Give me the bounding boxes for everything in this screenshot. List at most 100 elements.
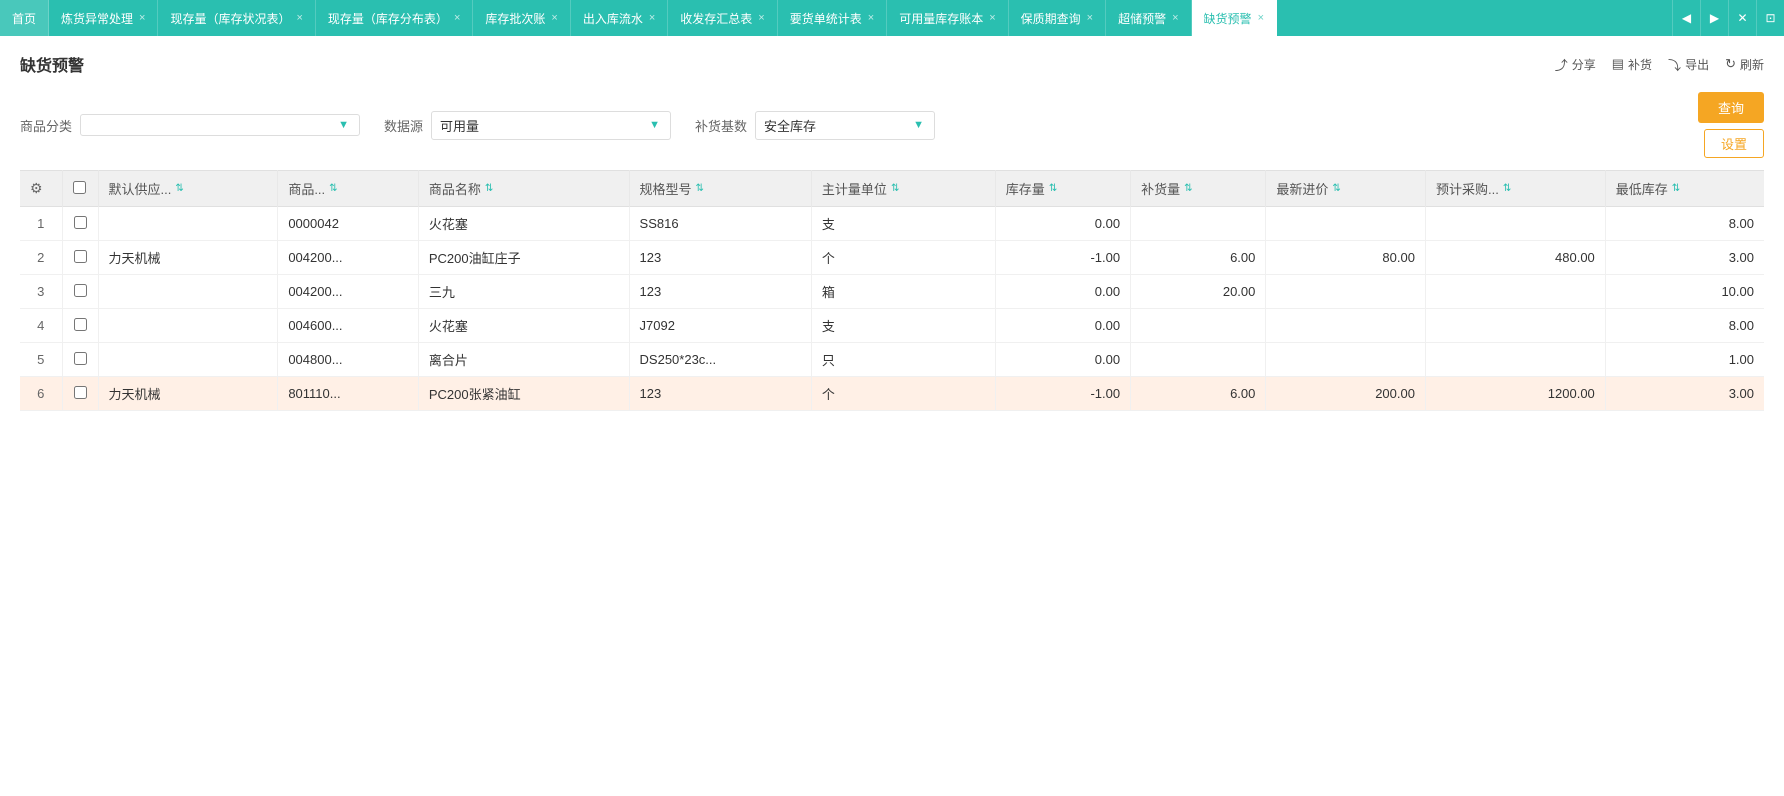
sort-icon-min-stock[interactable]: ⇅ <box>1672 183 1680 194</box>
export-action[interactable]: ⤵ 导出 <box>1668 55 1709 74</box>
replenish-base-chevron-icon: ▼ <box>913 119 924 131</box>
tab-expiry-query[interactable]: 保质期查询 × <box>1009 0 1106 36</box>
row-checkbox-1[interactable] <box>74 250 87 263</box>
datasource-label: 数据源 <box>384 116 423 135</box>
replenish-base-select[interactable]: 安全库存 ▼ <box>755 111 935 140</box>
row-checkbox-2[interactable] <box>74 284 87 297</box>
row-product-name-cell: PC200张紧油缸 <box>418 377 629 411</box>
row-replenish-qty-cell <box>1131 309 1266 343</box>
tab-next-btn[interactable]: ▶ <box>1700 0 1728 36</box>
row-min-stock-cell: 3.00 <box>1605 241 1764 275</box>
th-checkbox <box>62 171 98 207</box>
sort-icon-unit[interactable]: ⇅ <box>891 183 899 194</box>
row-min-stock-cell: 1.00 <box>1605 343 1764 377</box>
tab-overstock[interactable]: 超储预警 × <box>1106 0 1191 36</box>
row-num-cell: 3 <box>20 275 62 309</box>
row-min-stock-cell: 3.00 <box>1605 377 1764 411</box>
category-chevron-icon: ▼ <box>338 119 349 131</box>
row-supplier-cell: 力天机械 <box>98 377 278 411</box>
row-checkbox-cell <box>62 343 98 377</box>
sort-icon-spec[interactable]: ⇅ <box>696 183 704 194</box>
category-select[interactable]: ▼ <box>80 114 360 136</box>
select-all-checkbox[interactable] <box>73 181 86 194</box>
row-product-code-cell: 004800... <box>278 343 419 377</box>
tab-flow[interactable]: 出入库流水 × <box>571 0 668 36</box>
tab-batch-account[interactable]: 库存批次账 × <box>473 0 570 36</box>
close-tab-available-ledger[interactable]: × <box>989 12 995 24</box>
export-icon: ⤵ <box>1668 55 1681 74</box>
data-table: ⚙ 默认供应... ⇅ 商品... ⇅ <box>20 170 1764 411</box>
close-tab-receipt-summary[interactable]: × <box>758 12 764 24</box>
sort-icon-est-purchase[interactable]: ⇅ <box>1503 183 1511 194</box>
close-tab-flow[interactable]: × <box>649 12 655 24</box>
tab-close-all-btn[interactable]: ✕ <box>1728 0 1756 36</box>
table-row: 6 力天机械 801110... PC200张紧油缸 123 个 -1.00 6… <box>20 377 1764 411</box>
row-unit-cell: 箱 <box>811 275 995 309</box>
tab-receipt-summary[interactable]: 收发存汇总表 × <box>668 0 777 36</box>
close-tab-overstock[interactable]: × <box>1172 12 1178 24</box>
close-tab-shortage[interactable]: × <box>1258 12 1264 24</box>
row-checkbox-0[interactable] <box>74 216 87 229</box>
settings-button[interactable]: 设置 <box>1704 129 1764 158</box>
close-tab-order-stats[interactable]: × <box>868 12 874 24</box>
row-replenish-qty-cell <box>1131 343 1266 377</box>
row-supplier-cell <box>98 343 278 377</box>
share-icon: ⤴ <box>1555 55 1568 74</box>
column-settings-icon[interactable]: ⚙ <box>30 180 43 196</box>
tab-expand-btn[interactable]: ⊡ <box>1756 0 1784 36</box>
row-checkbox-5[interactable] <box>74 386 87 399</box>
tab-prev-btn[interactable]: ◀ <box>1672 0 1700 36</box>
query-button[interactable]: 查询 <box>1698 92 1764 123</box>
row-latest-price-cell <box>1266 275 1426 309</box>
tab-available-ledger[interactable]: 可用量库存账本 × <box>887 0 1008 36</box>
th-latest-price: 最新进价 ⇅ <box>1266 171 1426 207</box>
row-spec-cell: J7092 <box>629 309 811 343</box>
row-checkbox-cell <box>62 377 98 411</box>
close-tab-expiry-query[interactable]: × <box>1087 12 1093 24</box>
replenish-base-filter-group: 补货基数 安全库存 ▼ <box>695 111 935 140</box>
row-checkbox-3[interactable] <box>74 318 87 331</box>
table-row: 5 004800... 离合片 DS250*23c... 只 0.00 1.00 <box>20 343 1764 377</box>
replenish-action[interactable]: ▤ 补货 <box>1612 56 1652 73</box>
tab-navigation: ◀ ▶ ✕ ⊡ <box>1672 0 1784 36</box>
tab-inventory-dist[interactable]: 现存量（库存分布表） × <box>316 0 473 36</box>
row-stock-cell: -1.00 <box>995 377 1130 411</box>
sort-icon-product-code[interactable]: ⇅ <box>329 183 337 194</box>
tab-inventory-status[interactable]: 现存量（库存状况表） × <box>158 0 315 36</box>
close-tab-inventory-status[interactable]: × <box>296 12 302 24</box>
page-title: 缺货预警 <box>20 52 84 76</box>
row-product-name-cell: 三九 <box>418 275 629 309</box>
tab-abnormal[interactable]: 炼货异常处理 × <box>49 0 158 36</box>
row-replenish-qty-cell: 6.00 <box>1131 377 1266 411</box>
tab-home[interactable]: 首页 <box>0 0 49 36</box>
row-stock-cell: -1.00 <box>995 241 1130 275</box>
close-tab-inventory-dist[interactable]: × <box>454 12 460 24</box>
row-product-name-cell: 火花塞 <box>418 309 629 343</box>
close-tab-batch-account[interactable]: × <box>551 12 557 24</box>
row-checkbox-4[interactable] <box>74 352 87 365</box>
table-row: 3 004200... 三九 123 箱 0.00 20.00 10.00 <box>20 275 1764 309</box>
filter-bar: 商品分类 ▼ 数据源 可用量 ▼ 补货基数 安全库存 ▼ 查询 设置 <box>20 92 1764 158</box>
row-unit-cell: 支 <box>811 309 995 343</box>
row-checkbox-cell <box>62 241 98 275</box>
tab-order-stats[interactable]: 要货单统计表 × <box>778 0 887 36</box>
datasource-select[interactable]: 可用量 ▼ <box>431 111 671 140</box>
th-spec: 规格型号 ⇅ <box>629 171 811 207</box>
filter-buttons: 查询 设置 <box>1698 92 1764 158</box>
tab-shortage[interactable]: 缺货预警 × <box>1192 0 1277 36</box>
share-action[interactable]: ⤴ 分享 <box>1555 55 1596 74</box>
th-min-stock: 最低库存 ⇅ <box>1605 171 1764 207</box>
row-est-purchase-cell <box>1425 343 1605 377</box>
row-latest-price-cell <box>1266 343 1426 377</box>
row-spec-cell: 123 <box>629 241 811 275</box>
th-gear: ⚙ <box>20 171 62 207</box>
sort-icon-latest-price[interactable]: ⇅ <box>1332 183 1340 194</box>
row-product-code-cell: 004200... <box>278 275 419 309</box>
close-tab-abnormal[interactable]: × <box>139 12 145 24</box>
sort-icon-replenish-qty[interactable]: ⇅ <box>1184 183 1192 194</box>
sort-icon-product-name[interactable]: ⇅ <box>485 183 493 194</box>
refresh-action[interactable]: ↻ 刷新 <box>1725 56 1764 73</box>
sort-icon-stock[interactable]: ⇅ <box>1049 183 1057 194</box>
sort-icon-supplier[interactable]: ⇅ <box>175 183 183 194</box>
row-stock-cell: 0.00 <box>995 275 1130 309</box>
